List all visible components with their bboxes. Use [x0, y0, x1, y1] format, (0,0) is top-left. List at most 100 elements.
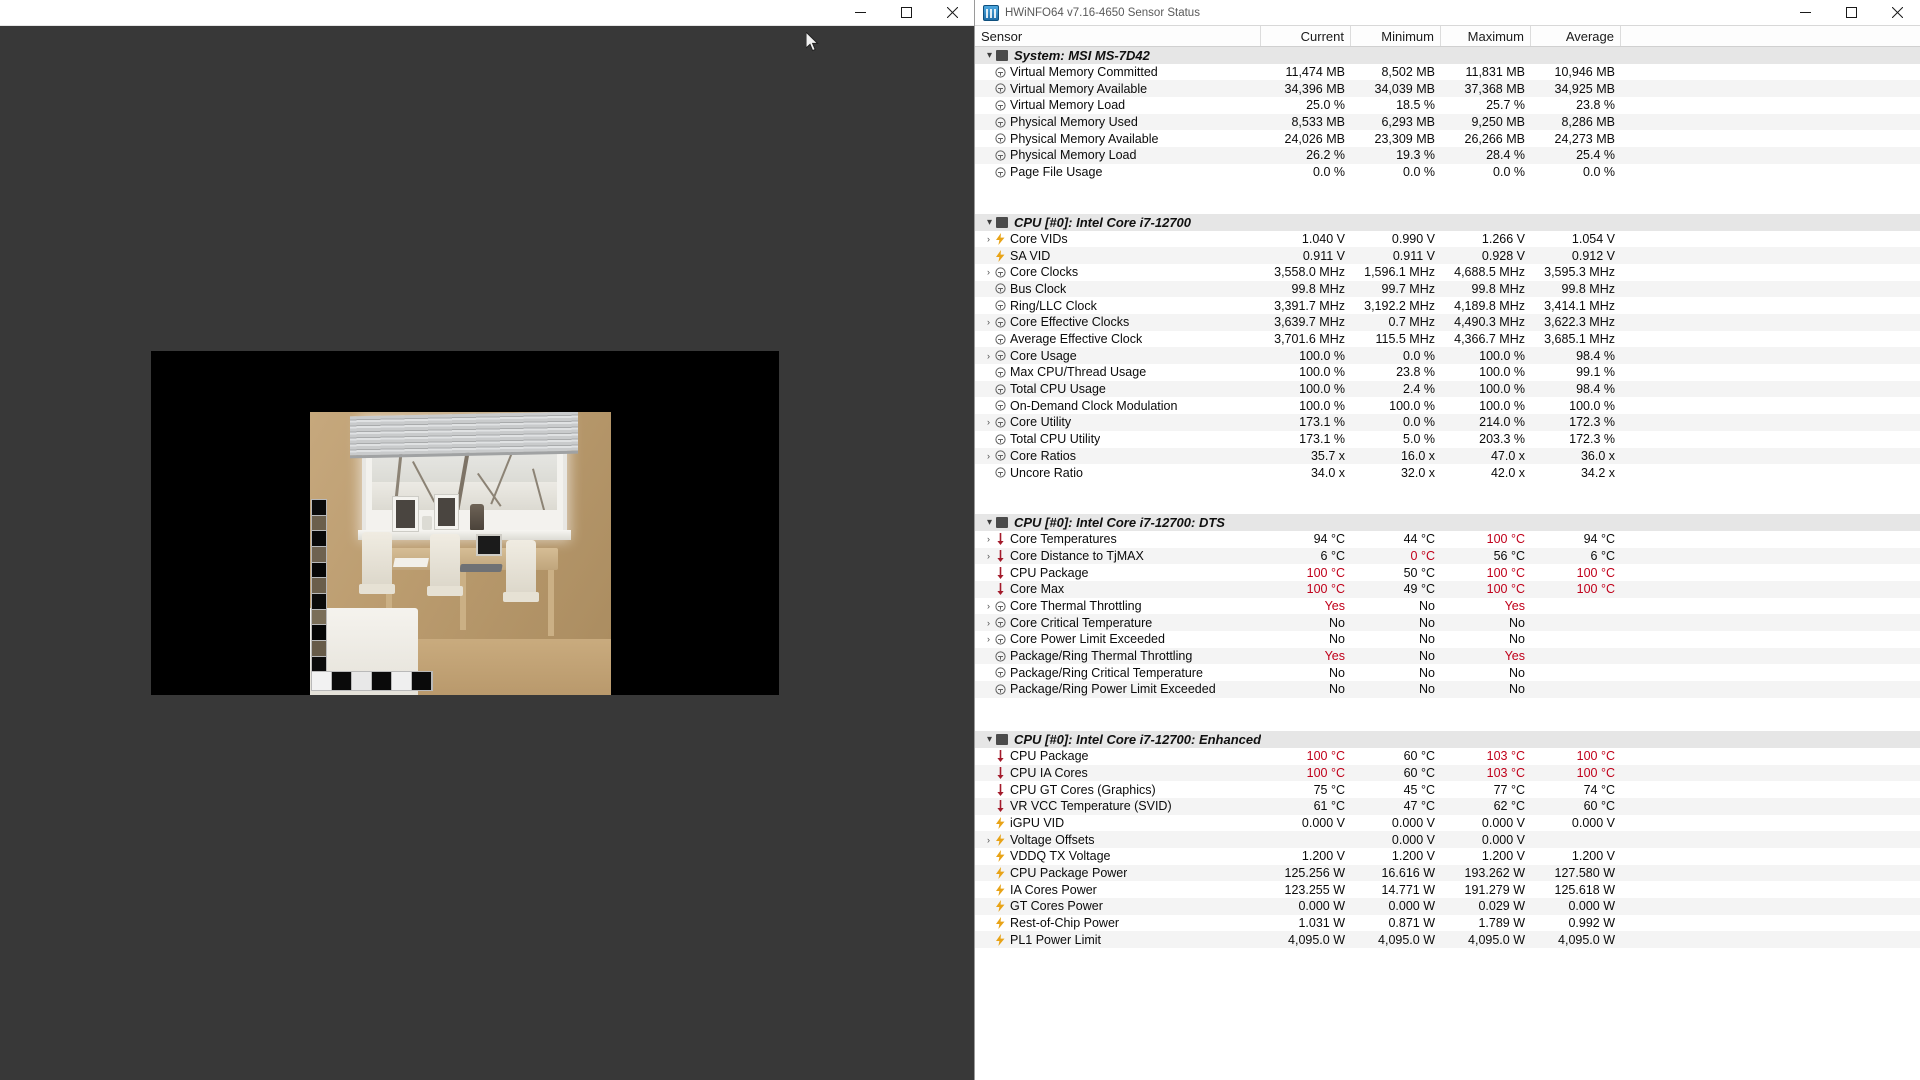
sensor-row[interactable]: VDDQ TX Voltage 1.200 V 1.200 V 1.200 V 1.20… [975, 848, 1920, 865]
sensor-row[interactable]: Average Effective Clock 3,701.6 MHz 115.5 … [975, 331, 1920, 348]
chevron-right-icon[interactable]: › [983, 267, 994, 277]
sensor-row[interactable]: › Core Temperatures 94 °C 44 °C 100 °C 94 °C [975, 531, 1920, 548]
sensor-row[interactable]: Package/Ring Thermal Throttling Yes No Yes [975, 647, 1920, 665]
sensor-row[interactable]: CPU Package Power 125.256 W 16.616 W 193.26… [975, 864, 1920, 882]
chevron-right-icon[interactable]: › [983, 835, 994, 845]
sensor-table-body[interactable]: ▾ System: MSI MS-7D42 Virtual Memory Commi… [975, 47, 1920, 1080]
sensor-value-current: 61 °C [1313, 799, 1345, 814]
sensor-row[interactable]: Package/Ring Power Limit Exceeded No No No [975, 681, 1920, 698]
maximize-button[interactable] [883, 0, 929, 25]
sensor-value-maximum: 4,189.8 MHz [1454, 298, 1525, 313]
chevron-down-icon[interactable]: ▾ [983, 517, 996, 528]
close-button[interactable] [1874, 0, 1920, 25]
sensor-value-average: 1.200 V [1571, 849, 1615, 864]
sensor-row[interactable]: › Core Thermal Throttling Yes No Yes [975, 598, 1920, 615]
chevron-right-icon[interactable]: › [983, 351, 994, 361]
sensor-row[interactable]: › Core VIDs 1.040 V 0.990 V 1.266 V 1.054 V [975, 231, 1920, 248]
chevron-right-icon[interactable]: › [983, 317, 994, 327]
sensor-row[interactable]: Virtual Memory Available 34,396 MB 34,039 … [975, 80, 1920, 98]
chevron-right-icon[interactable]: › [983, 634, 994, 644]
chevron-down-icon[interactable]: ▾ [983, 50, 996, 61]
chevron-right-icon[interactable]: › [983, 534, 994, 544]
sensor-value-current: 8,533 MB [1291, 115, 1345, 130]
sensor-row[interactable]: Core Max 100 °C 49 °C 100 °C 100 °C [975, 581, 1920, 598]
sensor-row[interactable]: SA VID 0.911 V 0.911 V 0.928 V 0.912 V [975, 247, 1920, 264]
close-button[interactable] [929, 0, 975, 25]
chevron-right-icon[interactable]: › [983, 601, 994, 611]
sensor-row[interactable]: › Core Effective Clocks 3,639.7 MHz 0.7 MHz… [975, 314, 1920, 331]
sensor-row[interactable]: Physical Memory Available 24,026 MB 23,309… [975, 130, 1920, 147]
sensor-label: Voltage Offsets [1010, 832, 1095, 847]
sensor-row[interactable]: › Core Distance to TjMAX 6 °C 0 °C 56 °C 6 °C [975, 547, 1920, 565]
sensor-row[interactable]: Package/Ring Critical Temperature No No No [975, 664, 1920, 681]
column-header-maximum[interactable]: Maximum [1441, 26, 1531, 46]
chevron-right-icon[interactable]: › [983, 551, 994, 561]
chevron-right-icon[interactable]: › [983, 417, 994, 427]
sensor-row[interactable]: Bus Clock 99.8 MHz 99.7 MHz 99.8 MHz 99.8 MH… [975, 280, 1920, 298]
sensor-row[interactable]: › Core Power Limit Exceeded No No No [975, 631, 1920, 648]
sensor-row[interactable]: Virtual Memory Load 25.0 % 18.5 % 25.7 % 23.… [975, 97, 1920, 114]
sensor-row[interactable]: iGPU VID 0.000 V 0.000 V 0.000 V 0.000 V [975, 815, 1920, 832]
sensor-row[interactable]: Page File Usage 0.0 % 0.0 % 0.0 % 0.0 % [975, 164, 1920, 181]
column-header-sensor[interactable]: Sensor [975, 26, 1261, 46]
sensor-group-header[interactable]: ▾ CPU [#0]: Intel Core i7-12700: Enhanced [975, 731, 1920, 748]
sensor-row[interactable]: On-Demand Clock Modulation 100.0 % 100.0 %… [975, 397, 1920, 414]
sensor-label: Ring/LLC Clock [1010, 298, 1097, 313]
sensor-row[interactable]: PL1 Power Limit 4,095.0 W 4,095.0 W 4,095.0… [975, 931, 1920, 949]
sensor-row[interactable]: Ring/LLC Clock 3,391.7 MHz 3,192.2 MHz 4,18… [975, 297, 1920, 314]
minimize-button[interactable] [837, 0, 883, 25]
media-viewer-client-area[interactable] [0, 26, 975, 1080]
sensor-value-maximum: 62 °C [1493, 799, 1525, 814]
sensor-row[interactable]: › Core Usage 100.0 % 0.0 % 100.0 % 98.4 % [975, 347, 1920, 365]
thermometer-icon [994, 533, 1007, 546]
sensor-row[interactable]: Physical Memory Used 8,533 MB 6,293 MB 9,25… [975, 113, 1920, 131]
chevron-right-icon[interactable]: › [983, 234, 994, 244]
sensor-row[interactable]: › Core Critical Temperature No No No [975, 614, 1920, 632]
sensor-row[interactable]: CPU GT Cores (Graphics) 75 °C 45 °C 77 °C 74… [975, 781, 1920, 798]
sensor-row[interactable]: Physical Memory Load 26.2 % 19.3 % 28.4 % 25… [975, 147, 1920, 164]
sensor-row[interactable]: CPU IA Cores 100 °C 60 °C 103 °C 100 °C [975, 764, 1920, 782]
sensor-value-current: 99.8 MHz [1291, 281, 1346, 296]
sensor-row[interactable]: › Core Clocks 3,558.0 MHz 1,596.1 MHz 4,688.… [975, 264, 1920, 281]
sensor-value-minimum: 0.7 MHz [1388, 315, 1435, 330]
sensor-group-header[interactable]: ▾ CPU [#0]: Intel Core i7-12700: DTS [975, 514, 1920, 531]
sensor-value-minimum: 14.771 W [1381, 882, 1435, 897]
sensor-value-current: 1.031 W [1298, 916, 1345, 931]
minimize-button[interactable] [1782, 0, 1828, 25]
sensor-row[interactable]: VR VCC Temperature (SVID) 61 °C 47 °C 62 °C… [975, 797, 1920, 815]
sensor-row[interactable]: IA Cores Power 123.255 W 14.771 W 191.279 W… [975, 881, 1920, 898]
sensor-label: Max CPU/Thread Usage [1010, 365, 1147, 380]
chevron-right-icon[interactable]: › [983, 451, 994, 461]
sensor-row[interactable]: Uncore Ratio 34.0 x 32.0 x 42.0 x 34.2 x [975, 464, 1920, 481]
sensor-value-minimum: 0.0 % [1403, 415, 1435, 430]
sensor-row[interactable]: Total CPU Usage 100.0 % 2.4 % 100.0 % 98.4 % [975, 380, 1920, 398]
sensor-gauge-icon [994, 166, 1007, 179]
sensor-row[interactable]: Virtual Memory Committed 11,474 MB 8,502 M… [975, 64, 1920, 81]
chevron-down-icon[interactable]: ▾ [983, 734, 996, 745]
media-viewer-window [0, 0, 975, 1080]
sensor-value-maximum: 28.4 % [1486, 148, 1525, 163]
sensor-row[interactable]: Max CPU/Thread Usage 100.0 % 23.8 % 100.0 %… [975, 364, 1920, 381]
sensor-row[interactable]: Total CPU Utility 173.1 % 5.0 % 203.3 % 172.… [975, 431, 1920, 448]
sensor-row[interactable]: › Voltage Offsets 0.000 V 0.000 V [975, 831, 1920, 848]
chevron-right-icon[interactable]: › [983, 618, 994, 628]
sensor-row[interactable]: › Core Ratios 35.7 x 16.0 x 47.0 x 36.0 x [975, 447, 1920, 465]
sensor-row[interactable]: GT Cores Power 0.000 W 0.000 W 0.029 W 0.000… [975, 898, 1920, 915]
sensor-group-header[interactable]: ▾ System: MSI MS-7D42 [975, 47, 1920, 64]
sensor-row[interactable]: › Core Utility 173.1 % 0.0 % 214.0 % 172.3 % [975, 414, 1920, 431]
sensor-label: VDDQ TX Voltage [1010, 849, 1111, 864]
sensor-row[interactable]: CPU Package 100 °C 60 °C 103 °C 100 °C [975, 748, 1920, 765]
sensor-value-maximum: 42.0 x [1490, 465, 1525, 480]
chevron-down-icon[interactable]: ▾ [983, 217, 996, 228]
sensor-row[interactable]: Rest-of-Chip Power 1.031 W 0.871 W 1.789 W 0… [975, 915, 1920, 932]
column-header-average[interactable]: Average [1531, 26, 1621, 46]
maximize-button[interactable] [1828, 0, 1874, 25]
sensor-value-current: 0.000 V [1301, 815, 1345, 830]
sensor-value-average: 172.3 % [1569, 432, 1615, 447]
sensor-row[interactable]: CPU Package 100 °C 50 °C 100 °C 100 °C [975, 564, 1920, 581]
column-header-minimum[interactable]: Minimum [1351, 26, 1441, 46]
sensor-group-header[interactable]: ▾ CPU [#0]: Intel Core i7-12700 [975, 213, 1920, 231]
calibration-step-wedge-horizontal [311, 671, 433, 691]
video-surface[interactable] [151, 351, 779, 695]
column-header-current[interactable]: Current [1261, 26, 1351, 46]
